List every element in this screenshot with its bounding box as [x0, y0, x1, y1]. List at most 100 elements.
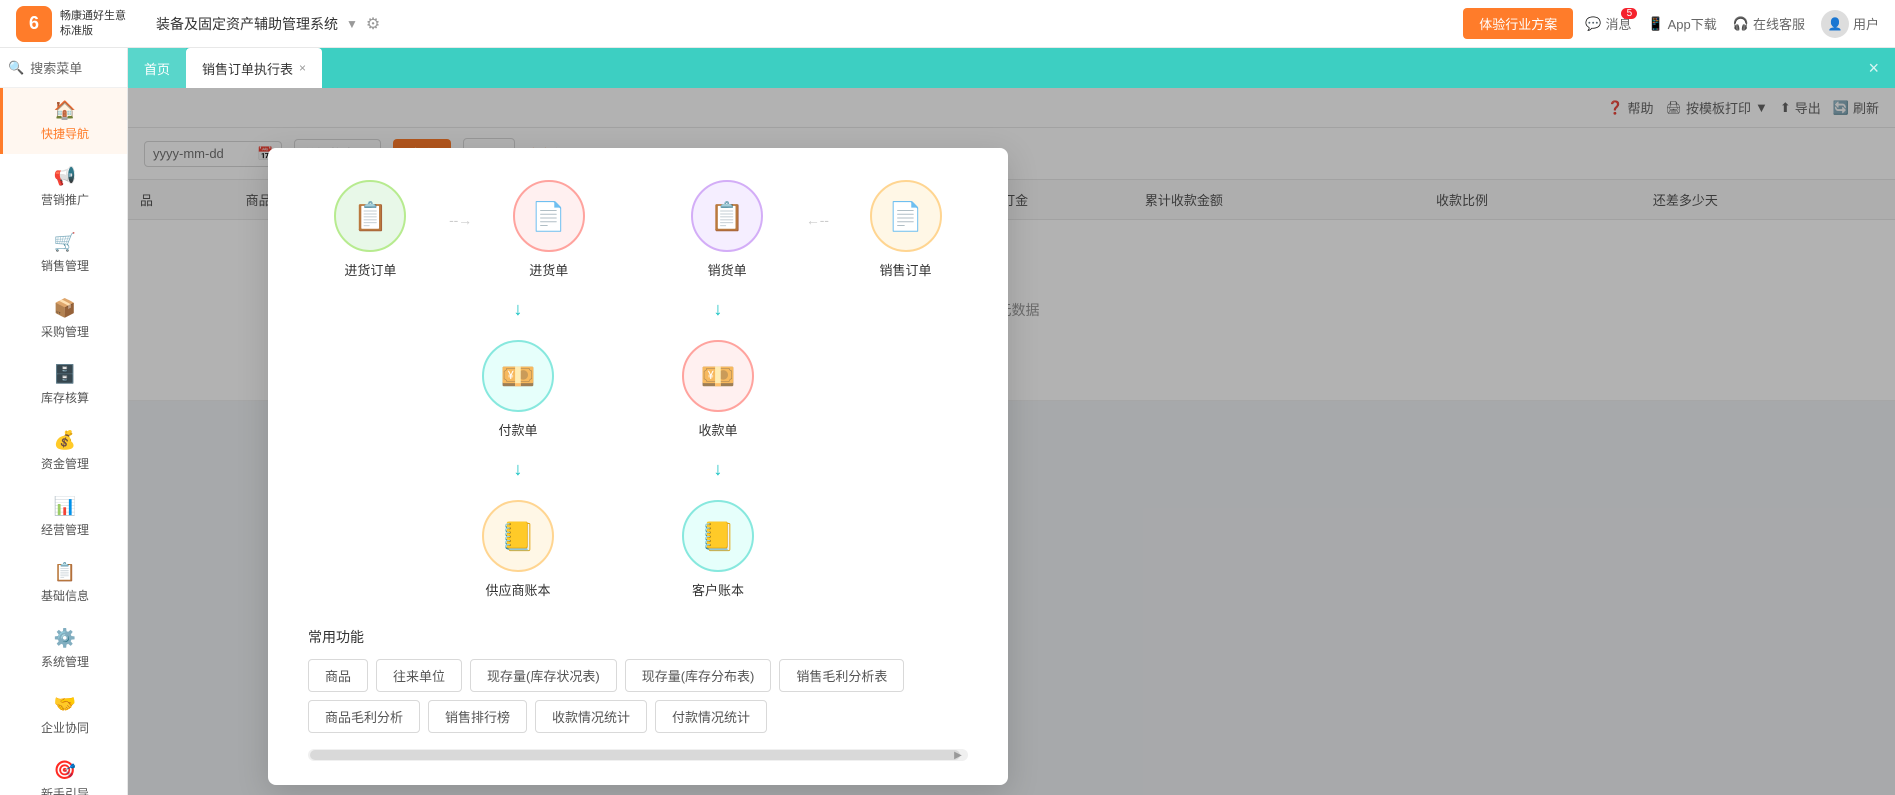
- common-functions-title: 常用功能: [308, 627, 968, 647]
- trial-button[interactable]: 体验行业方案: [1463, 8, 1573, 39]
- func-btn-goods[interactable]: 商品: [308, 659, 368, 692]
- customer-ledger-icon: 📒: [701, 520, 736, 553]
- func-btn-partner[interactable]: 往来单位: [376, 659, 462, 692]
- func-btn-payment-stats[interactable]: 付款情况统计: [655, 700, 767, 733]
- top-right-actions: 💬 消息 5 📱 App下载 🎧 在线客服 👤 用户: [1585, 10, 1879, 38]
- content-area: 首页 销售订单执行表 × × ❓ 帮助: [128, 48, 1895, 795]
- search-menu-button[interactable]: 🔍 搜索菜单: [0, 48, 127, 88]
- receipt-label: 收款单: [698, 420, 737, 439]
- marketing-icon: 📢: [54, 166, 76, 187]
- settings-icon[interactable]: ⚙: [366, 14, 380, 34]
- system-name: 装备及固定资产辅助管理系统: [156, 14, 338, 34]
- content-body: ❓ 帮助 🖨 按模板打印 ▼ ⬆ 导出 🔄: [128, 88, 1895, 795]
- flow-node-purchase-order[interactable]: 📋 进货订单: [308, 180, 433, 279]
- tab-home[interactable]: 首页: [128, 48, 186, 88]
- sidebar-item-purchase[interactable]: 📦 采购管理: [0, 286, 127, 352]
- online-service-button[interactable]: 🎧 在线客服: [1733, 14, 1805, 33]
- close-all-tabs-button[interactable]: ×: [1868, 58, 1879, 79]
- flow-node-receipt[interactable]: 💴 收款单: [648, 340, 788, 439]
- flow-row-3: 📒 供应商账本 📒 客户账本: [308, 500, 968, 599]
- flow-node-supplier-ledger[interactable]: 📒 供应商账本: [448, 500, 588, 599]
- func-btn-stock-status[interactable]: 现存量(库存状况表): [470, 659, 617, 692]
- sidebar-item-sales[interactable]: 🛒 销售管理: [0, 220, 127, 286]
- tab-bar: 首页 销售订单执行表 × ×: [128, 48, 1895, 88]
- basic-info-icon: 📋: [54, 562, 76, 583]
- sales-order-circle: 📄: [870, 180, 942, 252]
- system-title: 装备及固定资产辅助管理系统 ▼ ⚙: [156, 14, 1451, 34]
- arrow-down-receipt: ↓: [714, 459, 723, 480]
- sidebar-item-finance[interactable]: 💰 资金管理: [0, 418, 127, 484]
- purchase-order-circle: 📋: [334, 180, 406, 252]
- phone-icon: 📱: [1647, 16, 1663, 32]
- message-button[interactable]: 💬 消息 5: [1585, 14, 1631, 33]
- func-btn-sales-margin[interactable]: 销售毛利分析表: [779, 659, 904, 692]
- func-btn-goods-margin[interactable]: 商品毛利分析: [308, 700, 420, 733]
- receipt-icon: 💴: [701, 360, 736, 393]
- modal-scrollbar[interactable]: ▶: [308, 749, 968, 761]
- flow-node-payment[interactable]: 💴 付款单: [448, 340, 588, 439]
- message-icon: 💬: [1585, 16, 1601, 32]
- supplier-ledger-circle: 📒: [482, 500, 554, 572]
- system-dropdown-icon[interactable]: ▼: [346, 17, 358, 31]
- quick-nav-modal: 📋 进货订单 - - → 📄: [268, 148, 1008, 785]
- flow-node-purchase-bill[interactable]: 📄 进货单: [486, 180, 611, 279]
- home-icon: 🏠: [54, 100, 76, 121]
- flow-diagram: 📋 进货订单 - - → 📄: [308, 180, 968, 599]
- arrow-down-sales: ↓: [714, 299, 723, 320]
- system-icon: ⚙️: [54, 628, 76, 649]
- func-btn-sales-rank[interactable]: 销售排行榜: [428, 700, 527, 733]
- func-btn-stock-dist[interactable]: 现存量(库存分布表): [625, 659, 772, 692]
- supplier-ledger-label: 供应商账本: [485, 580, 550, 599]
- arrow-down-payment: ↓: [514, 459, 523, 480]
- flow-node-sales-bill[interactable]: 📋 销货单: [665, 180, 790, 279]
- scrollbar-right-arrow[interactable]: ▶: [948, 749, 968, 761]
- sales-order-label: 销售订单: [880, 260, 932, 279]
- sales-icon: 🛒: [54, 232, 76, 253]
- purchase-bill-icon: 📄: [531, 200, 566, 233]
- flow-row-1: 📋 进货订单 - - → 📄: [308, 180, 968, 279]
- tab-close-icon[interactable]: ×: [299, 61, 306, 75]
- user-menu[interactable]: 👤 用户: [1821, 10, 1879, 38]
- sidebar: 🔍 搜索菜单 🏠 快捷导航 📢 营销推广 🛒 销售管理 📦 采购管理 🗄️: [0, 48, 128, 795]
- flow-node-customer-ledger[interactable]: 📒 客户账本: [648, 500, 788, 599]
- purchase-icon: 📦: [54, 298, 76, 319]
- purchase-bill-circle: 📄: [513, 180, 585, 252]
- sidebar-item-newbie[interactable]: 🎯 新手引导: [0, 748, 127, 795]
- sidebar-item-system[interactable]: ⚙️ 系统管理: [0, 616, 127, 682]
- sidebar-item-marketing[interactable]: 📢 营销推广: [0, 154, 127, 220]
- receipt-circle: 💴: [682, 340, 754, 412]
- sidebar-item-enterprise[interactable]: 🤝 企业协同: [0, 682, 127, 748]
- sales-order-icon: 📄: [888, 200, 923, 233]
- avatar: 👤: [1821, 10, 1849, 38]
- purchase-order-label: 进货订单: [344, 260, 396, 279]
- payment-icon: 💴: [501, 360, 536, 393]
- sidebar-item-basic-info[interactable]: 📋 基础信息: [0, 550, 127, 616]
- arrow-sales-order-to-bill: ← - -: [790, 212, 844, 228]
- payment-label: 付款单: [498, 420, 537, 439]
- flow-row-arrows: ↓ ↓: [308, 299, 968, 320]
- flow-row-2: 💴 付款单 💴 收款单: [308, 340, 968, 439]
- sidebar-item-inventory[interactable]: 🗄️ 库存核算: [0, 352, 127, 418]
- app-download-button[interactable]: 📱 App下载: [1647, 14, 1716, 33]
- newbie-icon: 🎯: [54, 760, 76, 781]
- logo-area: 6 畅康通好生意 标准版: [16, 6, 144, 42]
- customer-ledger-label: 客户账本: [692, 580, 744, 599]
- message-badge: 5: [1621, 8, 1637, 19]
- arrow-purchase-order-to-bill: - - →: [433, 212, 487, 228]
- purchase-order-icon: 📋: [353, 200, 388, 233]
- flow-row-arrows-2: ↓ ↓: [308, 459, 968, 480]
- logo-text: 畅康通好生意 标准版: [60, 9, 126, 38]
- modal-overlay: 📋 进货订单 - - → 📄: [128, 88, 1895, 795]
- supplier-ledger-icon: 📒: [501, 520, 536, 553]
- operations-icon: 📊: [54, 496, 76, 517]
- finance-icon: 💰: [54, 430, 76, 451]
- enterprise-icon: 🤝: [54, 694, 76, 715]
- sales-bill-icon: 📋: [710, 200, 745, 233]
- sales-bill-label: 销货单: [708, 260, 747, 279]
- flow-node-sales-order[interactable]: 📄 销售订单: [843, 180, 968, 279]
- common-functions: 常用功能 商品 往来单位 现存量(库存状况表) 现存量(库存分布表) 销售毛利分…: [308, 627, 968, 733]
- sidebar-item-quick-nav[interactable]: 🏠 快捷导航: [0, 88, 127, 154]
- tab-sales-order[interactable]: 销售订单执行表 ×: [186, 48, 322, 88]
- sidebar-item-operations[interactable]: 📊 经营管理: [0, 484, 127, 550]
- func-btn-receipt-stats[interactable]: 收款情况统计: [535, 700, 647, 733]
